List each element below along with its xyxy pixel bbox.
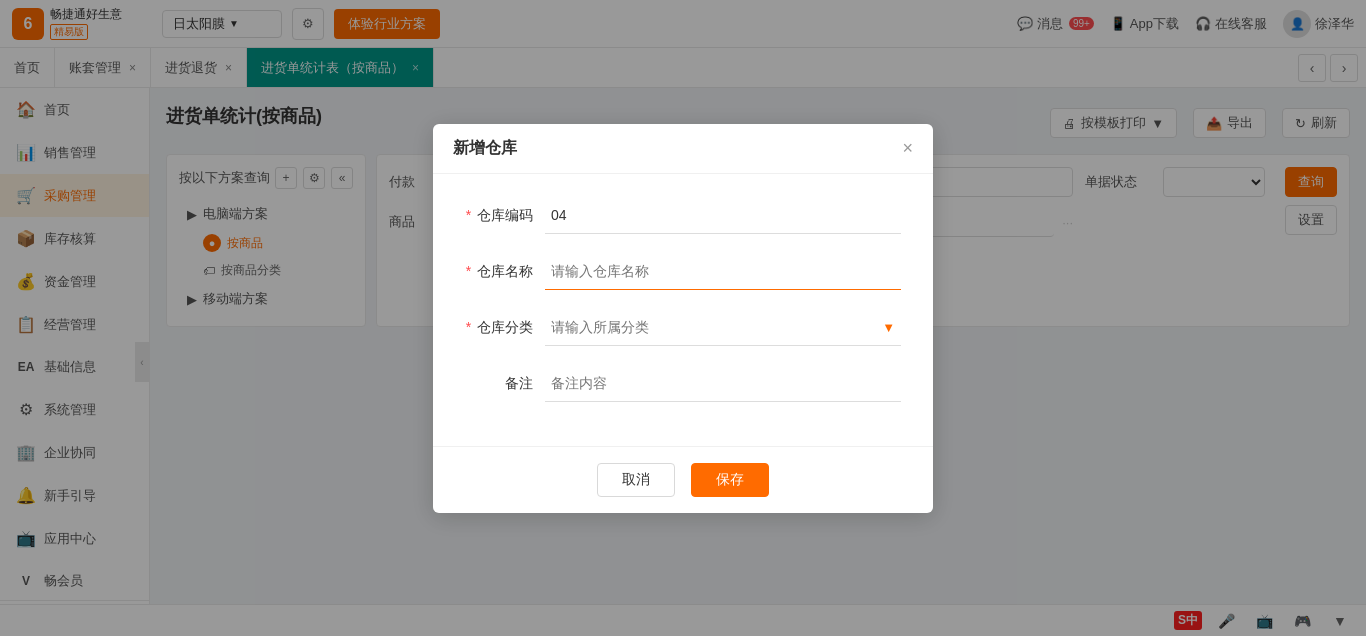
warehouse-remark-label: 备注 [465, 375, 545, 393]
cancel-button[interactable]: 取消 [597, 463, 675, 497]
dialog-title: 新增仓库 [453, 138, 517, 159]
warehouse-code-row: * 仓库编码 [465, 198, 901, 234]
required-star-2: * [466, 263, 471, 279]
warehouse-name-input[interactable] [545, 254, 901, 290]
dialog-footer: 取消 保存 [433, 446, 933, 513]
warehouse-category-row: * 仓库分类 ▼ [465, 310, 901, 346]
warehouse-name-label: * 仓库名称 [465, 263, 545, 281]
category-dropdown-icon: ▼ [882, 320, 895, 335]
warehouse-category-input[interactable] [551, 319, 882, 335]
dialog-close-button[interactable]: × [902, 139, 913, 157]
modal-overlay[interactable]: 新增仓库 × * 仓库编码 * 仓库名称 [0, 0, 1366, 636]
dialog-body: * 仓库编码 * 仓库名称 * 仓库分类 [433, 174, 933, 446]
warehouse-name-row: * 仓库名称 [465, 254, 901, 290]
save-button[interactable]: 保存 [691, 463, 769, 497]
dialog-new-warehouse: 新增仓库 × * 仓库编码 * 仓库名称 [433, 124, 933, 513]
warehouse-category-label: * 仓库分类 [465, 319, 545, 337]
required-star-3: * [466, 319, 471, 335]
dialog-header: 新增仓库 × [433, 124, 933, 174]
warehouse-remark-row: 备注 [465, 366, 901, 402]
warehouse-code-input[interactable] [545, 198, 901, 234]
warehouse-remark-input[interactable] [545, 366, 901, 402]
required-star-1: * [466, 207, 471, 223]
warehouse-category-select-wrap[interactable]: ▼ [545, 310, 901, 346]
warehouse-code-label: * 仓库编码 [465, 207, 545, 225]
